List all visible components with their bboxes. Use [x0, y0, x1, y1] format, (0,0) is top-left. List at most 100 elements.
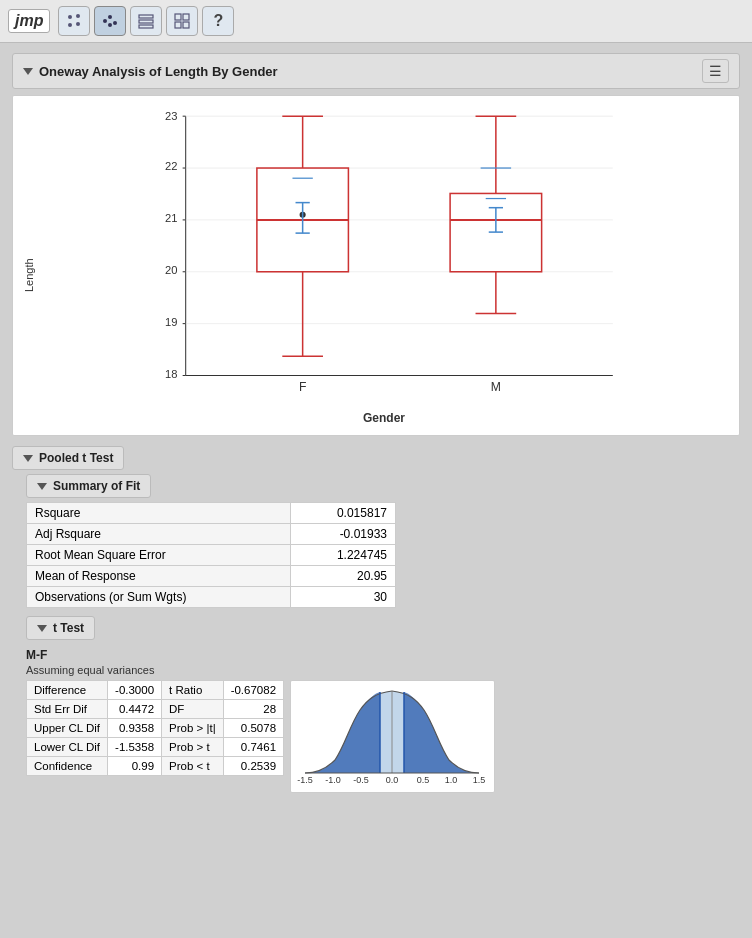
svg-point-0	[68, 15, 72, 19]
toolbar: jmp ?	[0, 0, 752, 43]
chart-plot-area: 23 22 21 20 19 18	[39, 106, 729, 425]
summary-of-fit-section: Summary of Fit Rsquare0.015817Adj Rsquar…	[26, 474, 740, 608]
t-test-row: Confidence0.99Prob < t0.2539	[27, 757, 284, 776]
svg-rect-12	[183, 14, 189, 20]
svg-point-6	[113, 21, 117, 25]
t-val1: 0.99	[108, 757, 162, 776]
t-stat1: Confidence	[27, 757, 108, 776]
svg-point-1	[76, 14, 80, 18]
t-stat1: Difference	[27, 681, 108, 700]
svg-rect-8	[139, 15, 153, 18]
fit-stat-name: Rsquare	[27, 503, 291, 524]
fit-table-row: Rsquare0.015817	[27, 503, 396, 524]
t-stat1: Std Err Dif	[27, 700, 108, 719]
svg-text:-0.5: -0.5	[353, 775, 369, 785]
t-test-table: Difference-0.3000t Ratio-0.67082Std Err …	[26, 680, 284, 776]
svg-text:20: 20	[165, 264, 177, 276]
pooled-t-test-header[interactable]: Pooled t Test	[12, 446, 124, 470]
summary-of-fit-label: Summary of Fit	[53, 479, 140, 493]
svg-text:21: 21	[165, 212, 177, 224]
chart-inner: Length 23 22 21	[23, 106, 729, 425]
analysis-header: Oneway Analysis of Length By Gender ☰	[12, 53, 740, 89]
bell-curve-svg: -1.5 -1.0 -0.5 0.0 0.5 1.0 1.5	[295, 685, 490, 785]
svg-text:1.5: 1.5	[473, 775, 486, 785]
svg-text:0.0: 0.0	[386, 775, 399, 785]
svg-text:23: 23	[165, 110, 177, 122]
summary-collapse-icon	[37, 483, 47, 490]
svg-point-2	[68, 23, 72, 27]
svg-text:M: M	[491, 380, 501, 394]
fit-stat-name: Observations (or Sum Wgts)	[27, 587, 291, 608]
t-stat2: Prob < t	[162, 757, 224, 776]
toolbar-btn-help[interactable]: ?	[202, 6, 234, 36]
svg-text:0.5: 0.5	[417, 775, 430, 785]
svg-rect-14	[183, 22, 189, 28]
t-val2: 0.5078	[223, 719, 283, 738]
t-test-label: t Test	[53, 621, 84, 635]
analysis-title-group: Oneway Analysis of Length By Gender	[23, 64, 278, 79]
t-val2: -0.67082	[223, 681, 283, 700]
t-stat2: Prob > |t|	[162, 719, 224, 738]
svg-text:1.0: 1.0	[445, 775, 458, 785]
svg-point-7	[108, 23, 112, 27]
toolbar-btn-table[interactable]	[130, 6, 162, 36]
fit-table: Rsquare0.015817Adj Rsquare-0.01933Root M…	[26, 502, 396, 608]
fit-stat-name: Mean of Response	[27, 566, 291, 587]
t-val1: -0.3000	[108, 681, 162, 700]
chart-container: Length 23 22 21	[12, 95, 740, 436]
svg-text:22: 22	[165, 160, 177, 172]
t-test-header[interactable]: t Test	[26, 616, 95, 640]
fit-stat-value: 30	[290, 587, 395, 608]
fit-stat-value: -0.01933	[290, 524, 395, 545]
main-content: Oneway Analysis of Length By Gender ☰ Le…	[0, 43, 752, 811]
fit-stat-value: 0.015817	[290, 503, 395, 524]
toolbar-btn-active[interactable]	[94, 6, 126, 36]
svg-text:-1.5: -1.5	[297, 775, 313, 785]
svg-rect-11	[175, 14, 181, 20]
t-test-row: Std Err Dif0.4472DF28	[27, 700, 284, 719]
svg-point-4	[103, 19, 107, 23]
svg-point-3	[76, 22, 80, 26]
svg-text:-1.0: -1.0	[325, 775, 341, 785]
fit-stat-name: Adj Rsquare	[27, 524, 291, 545]
pooled-t-test-label: Pooled t Test	[39, 451, 113, 465]
t-test-comparison: M-F	[26, 648, 740, 662]
svg-text:19: 19	[165, 316, 177, 328]
toolbar-btn-window[interactable]	[166, 6, 198, 36]
t-val1: -1.5358	[108, 738, 162, 757]
fit-table-row: Observations (or Sum Wgts)30	[27, 587, 396, 608]
analysis-title: Oneway Analysis of Length By Gender	[39, 64, 278, 79]
fit-table-row: Adj Rsquare-0.01933	[27, 524, 396, 545]
svg-rect-10	[139, 25, 153, 28]
t-test-content: Difference-0.3000t Ratio-0.67082Std Err …	[26, 680, 740, 793]
svg-text:18: 18	[165, 368, 177, 380]
bell-chart: -1.5 -1.0 -0.5 0.0 0.5 1.0 1.5	[290, 680, 495, 793]
t-val1: 0.9358	[108, 719, 162, 738]
fit-table-row: Root Mean Square Error1.224745	[27, 545, 396, 566]
collapse-icon[interactable]	[23, 68, 33, 75]
fit-stat-name: Root Mean Square Error	[27, 545, 291, 566]
hamburger-menu[interactable]: ☰	[702, 59, 729, 83]
t-val2: 0.7461	[223, 738, 283, 757]
t-test-section: t Test M-F Assuming equal variances Diff…	[26, 616, 740, 793]
t-stat2: DF	[162, 700, 224, 719]
svg-text:F: F	[299, 380, 306, 394]
t-test-row: Difference-0.3000t Ratio-0.67082	[27, 681, 284, 700]
t-stat2: Prob > t	[162, 738, 224, 757]
t-stat1: Lower CL Dif	[27, 738, 108, 757]
pooled-t-test-section: Pooled t Test Summary of Fit Rsquare0.01…	[12, 446, 740, 793]
t-stat1: Upper CL Dif	[27, 719, 108, 738]
svg-point-5	[108, 15, 112, 19]
fit-table-row: Mean of Response20.95	[27, 566, 396, 587]
fit-stat-value: 20.95	[290, 566, 395, 587]
pooled-collapse-icon	[23, 455, 33, 462]
t-test-assumption: Assuming equal variances	[26, 664, 740, 676]
toolbar-btn-scatter[interactable]	[58, 6, 90, 36]
jmp-logo: jmp	[8, 9, 50, 33]
fit-stat-value: 1.224745	[290, 545, 395, 566]
t-val2: 28	[223, 700, 283, 719]
boxplot-svg: 23 22 21 20 19 18	[39, 106, 729, 406]
summary-of-fit-header[interactable]: Summary of Fit	[26, 474, 151, 498]
svg-rect-9	[139, 20, 153, 23]
x-axis-label: Gender	[39, 411, 729, 425]
